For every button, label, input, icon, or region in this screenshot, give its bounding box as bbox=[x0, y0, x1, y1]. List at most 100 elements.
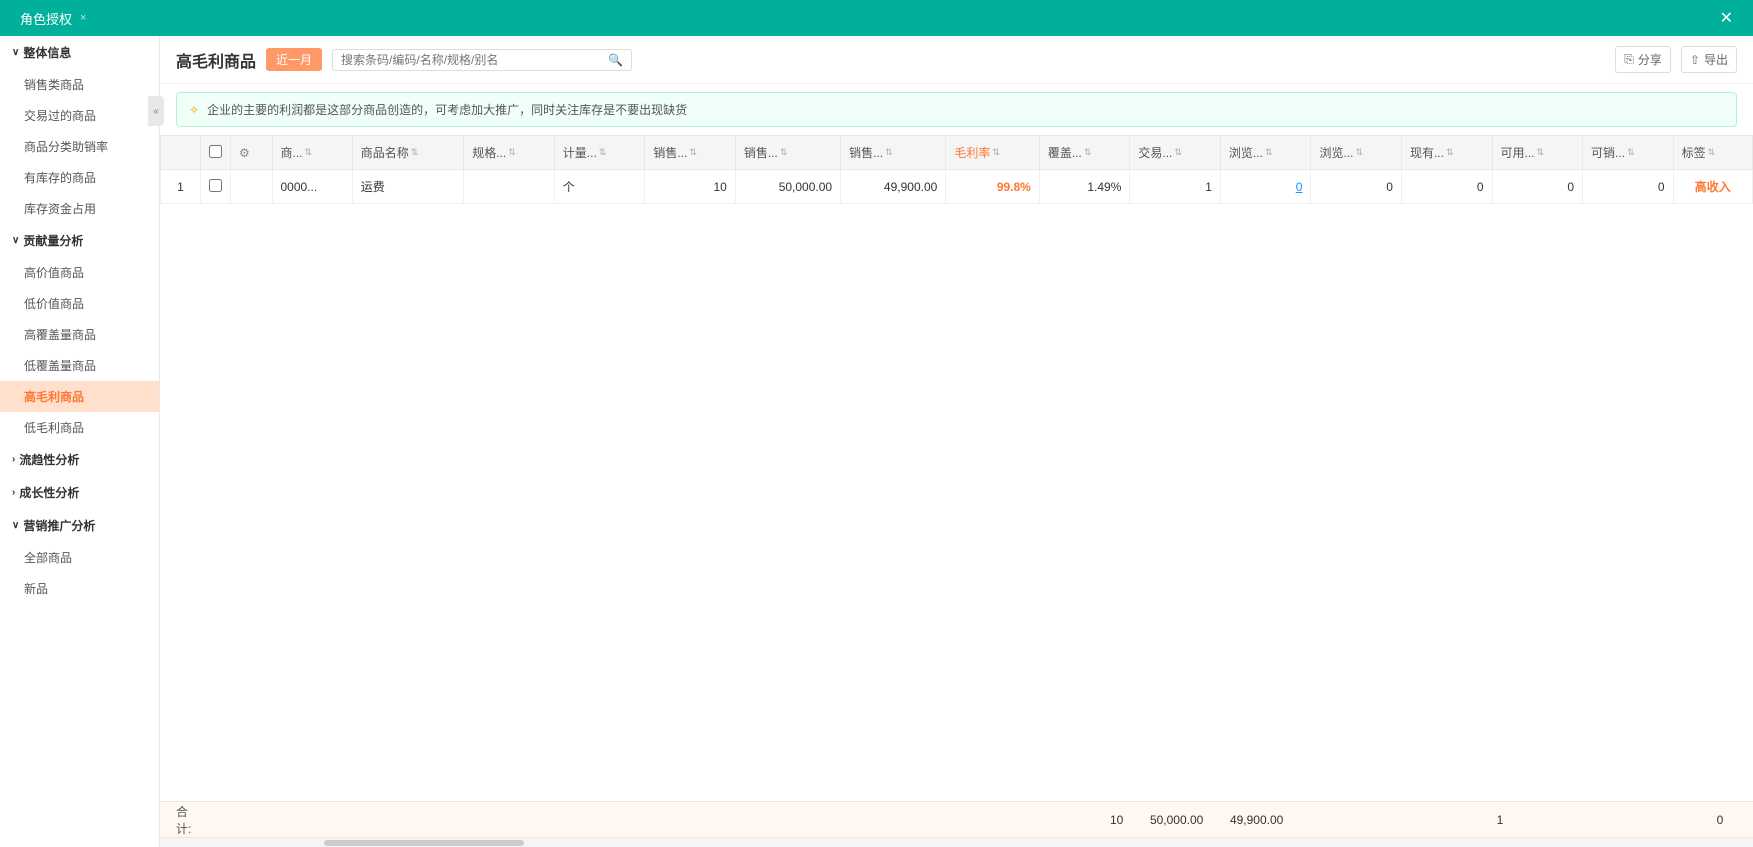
sidebar-item-1-1[interactable]: 低价值商品 bbox=[0, 288, 159, 319]
scrollbar-thumb[interactable] bbox=[324, 840, 524, 846]
th-spec: 规格... ⇅ bbox=[464, 136, 555, 170]
footer-stock: 0 bbox=[1651, 813, 1731, 827]
row-sale3: 49,900.00 bbox=[841, 170, 946, 204]
th-stock: 现有... ⇅ bbox=[1401, 136, 1492, 170]
sidebar-item-0-1[interactable]: 交易过的商品 bbox=[0, 100, 159, 131]
group-arrow-2: › bbox=[12, 454, 15, 465]
row-checkbox[interactable] bbox=[209, 179, 222, 192]
row-code: 0000... bbox=[272, 170, 352, 204]
share-icon: ⎘ bbox=[1624, 52, 1634, 67]
row-num: 1 bbox=[161, 170, 201, 204]
sort-spec-icon[interactable]: ⇅ bbox=[508, 147, 516, 158]
th-sale1-label: 销售... bbox=[653, 144, 687, 161]
search-input[interactable] bbox=[341, 53, 602, 67]
settings-icon[interactable]: ⚙ bbox=[239, 146, 250, 160]
sort-cover-icon[interactable]: ⇅ bbox=[1084, 147, 1092, 158]
search-box: 🔍 bbox=[332, 49, 632, 71]
content-header: 高毛利商品 近一月 🔍 ⎘ 分享 ⇧ 导出 bbox=[160, 36, 1753, 84]
sidebar-item-1-4[interactable]: 高毛利商品 bbox=[0, 381, 159, 412]
th-sale3: 销售... ⇅ bbox=[841, 136, 946, 170]
info-banner: ✧ 企业的主要的利润都是这部分商品创造的，可考虑加大推广，同时关注库存是不要出现… bbox=[176, 92, 1737, 127]
horizontal-scrollbar[interactable] bbox=[160, 837, 1753, 847]
export-label: 导出 bbox=[1704, 51, 1728, 68]
footer-label: 合计: bbox=[176, 803, 191, 837]
sidebar-item-0-4[interactable]: 库存资金占用 bbox=[0, 193, 159, 224]
th-trade: 交易... ⇅ bbox=[1130, 136, 1221, 170]
th-avail: 可用... ⇅ bbox=[1492, 136, 1583, 170]
sort-stock-icon[interactable]: ⇅ bbox=[1446, 147, 1454, 158]
sort-sale1-icon[interactable]: ⇅ bbox=[689, 147, 697, 158]
browse-link[interactable]: 0 bbox=[1296, 180, 1303, 194]
th-browse1: 浏览... ⇅ bbox=[1220, 136, 1311, 170]
sidebar-item-1-3[interactable]: 低覆盖量商品 bbox=[0, 350, 159, 381]
search-icon[interactable]: 🔍 bbox=[608, 53, 623, 67]
group-label-0: 整体信息 bbox=[23, 44, 71, 61]
sort-sale2-icon[interactable]: ⇅ bbox=[780, 147, 788, 158]
th-unit-label: 计量... bbox=[563, 144, 597, 161]
th-code-label: 商... bbox=[281, 144, 303, 161]
th-gear: ⚙ bbox=[231, 136, 273, 170]
row-tag: 高收入 bbox=[1673, 170, 1752, 204]
sidebar-item-1-0[interactable]: 高价值商品 bbox=[0, 257, 159, 288]
select-all-checkbox[interactable] bbox=[209, 145, 222, 158]
th-browse2-label: 浏览... bbox=[1319, 144, 1353, 161]
share-button[interactable]: ⎘ 分享 bbox=[1615, 46, 1671, 73]
top-nav: 首页销售单×进货单×权限设置×角色授权×产成品入库单×单据模板设置×商品分析×商… bbox=[0, 0, 1753, 36]
sidebar: ∨整体信息销售类商品交易过的商品商品分类助销率有库存的商品库存资金占用∨贡献量分… bbox=[0, 36, 160, 847]
sort-sale3-icon[interactable]: ⇅ bbox=[885, 147, 893, 158]
sidebar-item-1-2[interactable]: 高覆盖量商品 bbox=[0, 319, 159, 350]
sidebar-item-4-1[interactable]: 新品 bbox=[0, 573, 159, 604]
footer-total-bar: 合计: 10 50,000.00 49,900.00 1 0 0 bbox=[160, 801, 1753, 837]
filter-recent-button[interactable]: 近一月 bbox=[266, 48, 322, 71]
sort-gross-icon[interactable]: ⇅ bbox=[992, 147, 1000, 158]
sidebar-item-0-2[interactable]: 商品分类助销率 bbox=[0, 131, 159, 162]
footer-sale3: 49,900.00 bbox=[1211, 813, 1291, 827]
sort-name-icon[interactable]: ⇅ bbox=[411, 147, 419, 158]
sort-avail-icon[interactable]: ⇅ bbox=[1537, 147, 1545, 158]
group-label-1: 贡献量分析 bbox=[23, 232, 83, 249]
sort-browse1-icon[interactable]: ⇅ bbox=[1265, 147, 1273, 158]
sidebar-collapse-button[interactable]: « bbox=[148, 96, 164, 126]
row-sale2: 50,000.00 bbox=[735, 170, 840, 204]
th-sale3-label: 销售... bbox=[849, 144, 883, 161]
row-gross: 99.8% bbox=[946, 170, 1040, 204]
row-name: 运费 bbox=[352, 170, 463, 204]
sidebar-group-1[interactable]: ∨贡献量分析 bbox=[0, 224, 159, 257]
window-close-button[interactable]: ✕ bbox=[1708, 8, 1745, 28]
export-icon: ⇧ bbox=[1690, 53, 1700, 67]
group-label-4: 营销推广分析 bbox=[23, 517, 95, 534]
nav-close-4[interactable]: × bbox=[80, 12, 86, 24]
export-button[interactable]: ⇧ 导出 bbox=[1681, 46, 1737, 73]
sidebar-group-4[interactable]: ∨营销推广分析 bbox=[0, 509, 159, 542]
nav-item-4[interactable]: 角色授权× bbox=[8, 0, 124, 36]
sidebar-item-4-0[interactable]: 全部商品 bbox=[0, 542, 159, 573]
row-browse2: 0 bbox=[1311, 170, 1402, 204]
sidebar-item-0-0[interactable]: 销售类商品 bbox=[0, 69, 159, 100]
row-check bbox=[201, 170, 231, 204]
sort-sale-stock-icon[interactable]: ⇅ bbox=[1627, 147, 1635, 158]
th-trade-label: 交易... bbox=[1138, 144, 1172, 161]
row-trade: 1 bbox=[1130, 170, 1221, 204]
sidebar-item-0-3[interactable]: 有库存的商品 bbox=[0, 162, 159, 193]
sort-trade-icon[interactable]: ⇅ bbox=[1174, 147, 1182, 158]
table-body: 10000...运费个1050,000.0049,900.0099.8%1.49… bbox=[161, 170, 1753, 204]
sidebar-group-3[interactable]: ›成长性分析 bbox=[0, 476, 159, 509]
sort-unit-icon[interactable]: ⇅ bbox=[599, 147, 607, 158]
group-label-3: 成长性分析 bbox=[19, 484, 79, 501]
th-tag-label: 标签 bbox=[1682, 144, 1706, 161]
th-gross-label: 毛利率 bbox=[954, 144, 990, 161]
sidebar-group-0[interactable]: ∨整体信息 bbox=[0, 36, 159, 69]
table-header-row: ⚙ 商... ⇅ 商品名称 ⇅ bbox=[161, 136, 1753, 170]
th-spec-label: 规格... bbox=[472, 144, 506, 161]
sidebar-groups: ∨整体信息销售类商品交易过的商品商品分类助销率有库存的商品库存资金占用∨贡献量分… bbox=[0, 36, 159, 604]
row-stock: 0 bbox=[1401, 170, 1492, 204]
sidebar-group-2[interactable]: ›流趋性分析 bbox=[0, 443, 159, 476]
th-avail-label: 可用... bbox=[1501, 144, 1535, 161]
th-stock-label: 现有... bbox=[1410, 144, 1444, 161]
sort-browse2-icon[interactable]: ⇅ bbox=[1355, 147, 1363, 158]
th-name: 商品名称 ⇅ bbox=[352, 136, 463, 170]
sort-tag-icon[interactable]: ⇅ bbox=[1708, 147, 1716, 158]
sidebar-item-1-5[interactable]: 低毛利商品 bbox=[0, 412, 159, 443]
sort-code-icon[interactable]: ⇅ bbox=[305, 147, 313, 158]
th-sale-stock: 可销... ⇅ bbox=[1583, 136, 1674, 170]
